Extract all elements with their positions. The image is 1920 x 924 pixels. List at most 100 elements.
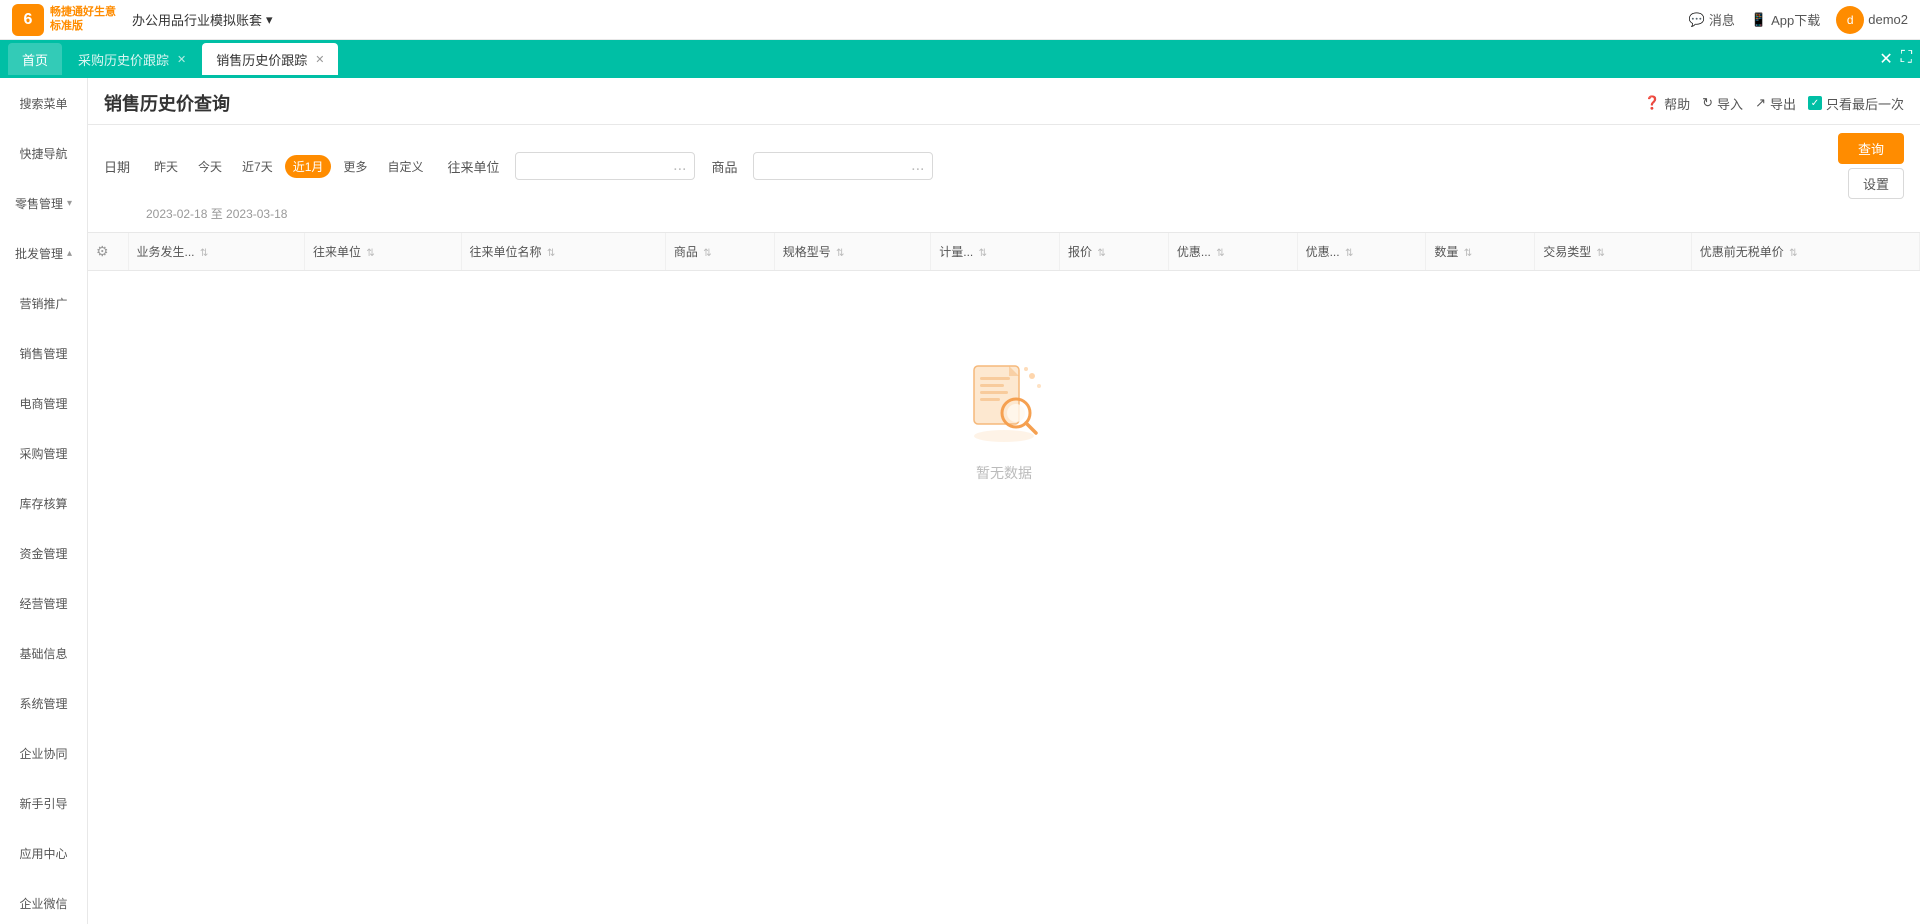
goods-label: 商品	[711, 157, 737, 176]
only-last-checkbox-label[interactable]: ✓ 只看最后一次	[1808, 94, 1904, 113]
sort-discount2-icon[interactable]: ⇅	[1345, 248, 1353, 259]
sort-quote-icon[interactable]: ⇅	[1097, 248, 1105, 259]
sort-goods-icon[interactable]: ⇅	[703, 248, 711, 259]
wholesale-mgmt-arrow-icon: ▴	[67, 248, 72, 259]
top-header: 6 畅捷通好生意 标准版 办公用品行业模拟账套 ▾ 💬 消息 📱 App下载 d…	[0, 0, 1920, 40]
data-table: ⚙ 业务发生... ⇅ 往来单位 ⇅ 往来单位名称 ⇅	[88, 233, 1920, 271]
tab-sales-history[interactable]: 销售历史价跟踪 ✕	[202, 43, 338, 75]
settings-button[interactable]: 设置	[1848, 168, 1904, 199]
chevron-down-icon: ▾	[266, 12, 273, 28]
filter-line2: 2023-02-18 至 2023-03-18	[104, 205, 1904, 222]
tab-bar: 首页 采购历史价跟踪 ✕ 销售历史价跟踪 ✕ ✕ ⛶	[0, 40, 1920, 78]
sidebar-item-ops[interactable]: 经营管理	[0, 578, 87, 628]
sort-biz-date-icon[interactable]: ⇅	[200, 248, 208, 259]
sidebar: 搜索菜单 快捷导航 零售管理 ▾ 批发管理 ▴ 营销推广 销售管理 电商管理 采…	[0, 78, 88, 924]
sidebar-item-system[interactable]: 系统管理	[0, 678, 87, 728]
app-selector[interactable]: 办公用品行业模拟账套 ▾	[124, 6, 281, 33]
th-goods: 商品 ⇅	[665, 233, 774, 271]
user-menu-btn[interactable]: d demo2	[1836, 6, 1908, 34]
date-pill-yesterday[interactable]: 昨天	[146, 155, 186, 178]
maximize-icon[interactable]: ⛶	[1901, 49, 1912, 69]
purchase-label: 采购管理	[19, 445, 67, 462]
empty-state: 暂无数据	[88, 271, 1920, 563]
basic-info-label: 基础信息	[19, 645, 67, 662]
sidebar-item-new-guide[interactable]: 新手引导	[0, 778, 87, 828]
only-last-checkbox[interactable]: ✓	[1808, 96, 1822, 110]
tab-sales-label: 销售历史价跟踪	[216, 50, 307, 69]
sort-trade-type-icon[interactable]: ⇅	[1597, 248, 1605, 259]
date-pill-today[interactable]: 今天	[190, 155, 230, 178]
query-button[interactable]: 查询	[1838, 133, 1904, 164]
date-pill-7days[interactable]: 近7天	[234, 155, 281, 178]
sort-quantity-icon[interactable]: ⇅	[1464, 248, 1472, 259]
gear-icon[interactable]: ⚙	[96, 243, 109, 259]
logo-area: 6 畅捷通好生意 标准版	[12, 4, 116, 36]
finance-label: 资金管理	[19, 545, 67, 562]
th-gear: ⚙	[88, 233, 128, 271]
page-title: 销售历史价查询	[104, 90, 230, 116]
tab-bar-actions: ✕ ⛶	[1879, 49, 1912, 69]
app-download-btn[interactable]: 📱 App下载	[1751, 10, 1820, 29]
date-pill-1month[interactable]: 近1月	[285, 155, 332, 178]
sidebar-item-marketing[interactable]: 营销推广	[0, 278, 87, 328]
sort-counterpart-name-icon[interactable]: ⇅	[547, 248, 555, 259]
sidebar-item-basic-info[interactable]: 基础信息	[0, 628, 87, 678]
date-pills: 昨天 今天 近7天 近1月 更多 自定义	[146, 155, 431, 178]
message-icon: 💬	[1689, 12, 1705, 28]
sidebar-item-inventory[interactable]: 库存核算	[0, 478, 87, 528]
counterpart-dots-icon[interactable]: ...	[673, 157, 686, 175]
sidebar-item-wholesale-mgmt[interactable]: 批发管理 ▴	[0, 228, 87, 278]
tab-sales-close-icon[interactable]: ✕	[315, 53, 324, 66]
content-area: 销售历史价查询 ❓ 帮助 ↻ 导入 ↗ 导出 ✓ 只看最后一次	[88, 78, 1920, 924]
import-icon: ↻	[1702, 95, 1713, 111]
empty-illustration	[954, 351, 1054, 451]
enterprise-collab-label: 企业协同	[19, 745, 67, 762]
goods-input[interactable]: ...	[753, 152, 933, 180]
sidebar-item-finance[interactable]: 资金管理	[0, 528, 87, 578]
sidebar-item-retail-mgmt[interactable]: 零售管理 ▾	[0, 178, 87, 228]
sales-mgmt-label: 销售管理	[19, 345, 67, 362]
th-no-tax-price: 优惠前无税单价 ⇅	[1691, 233, 1919, 271]
tab-home[interactable]: 首页	[8, 43, 62, 75]
main-layout: 搜索菜单 快捷导航 零售管理 ▾ 批发管理 ▴ 营销推广 销售管理 电商管理 采…	[0, 78, 1920, 924]
sidebar-item-enterprise-wechat[interactable]: 企业微信	[0, 878, 87, 924]
th-spec: 规格型号 ⇅	[774, 233, 931, 271]
logo-text: 畅捷通好生意 标准版	[50, 6, 116, 32]
header-right: 💬 消息 📱 App下载 d demo2	[1689, 6, 1908, 34]
goods-dots-icon[interactable]: ...	[911, 157, 924, 175]
th-counterpart-name: 往来单位名称 ⇅	[461, 233, 665, 271]
th-quote: 报价 ⇅	[1060, 233, 1169, 271]
sort-no-tax-price-icon[interactable]: ⇅	[1789, 248, 1797, 259]
sidebar-item-quick-nav[interactable]: 快捷导航	[0, 128, 87, 178]
sort-discount1-icon[interactable]: ⇅	[1216, 248, 1224, 259]
system-label: 系统管理	[19, 695, 67, 712]
tab-purchase-history[interactable]: 采购历史价跟踪 ✕	[64, 43, 200, 75]
sidebar-item-purchase[interactable]: 采购管理	[0, 428, 87, 478]
wholesale-mgmt-label: 批发管理	[15, 245, 63, 262]
sidebar-item-search-menu[interactable]: 搜索菜单	[0, 78, 87, 128]
counterpart-input[interactable]: ...	[515, 152, 695, 180]
empty-text: 暂无数据	[976, 463, 1032, 483]
sort-counterpart-code-icon[interactable]: ⇅	[366, 248, 374, 259]
sidebar-item-app-center[interactable]: 应用中心	[0, 828, 87, 878]
th-trade-type: 交易类型 ⇅	[1535, 233, 1692, 271]
counterpart-label: 往来单位	[447, 157, 499, 176]
message-btn[interactable]: 💬 消息	[1689, 10, 1735, 29]
sidebar-item-ecommerce[interactable]: 电商管理	[0, 378, 87, 428]
sort-spec-icon[interactable]: ⇅	[836, 248, 844, 259]
sort-unit-icon[interactable]: ⇅	[979, 248, 987, 259]
close-all-tabs-icon[interactable]: ✕	[1879, 49, 1892, 69]
date-pill-custom[interactable]: 自定义	[379, 155, 431, 178]
sidebar-item-enterprise-collab[interactable]: 企业协同	[0, 728, 87, 778]
sidebar-item-sales-mgmt[interactable]: 销售管理	[0, 328, 87, 378]
import-btn[interactable]: ↻ 导入	[1702, 94, 1743, 113]
enterprise-wechat-label: 企业微信	[19, 895, 67, 912]
date-pill-more[interactable]: 更多	[335, 155, 375, 178]
tab-purchase-close-icon[interactable]: ✕	[177, 53, 186, 66]
date-range-text: 2023-02-18 至 2023-03-18	[146, 205, 287, 222]
retail-mgmt-label: 零售管理	[15, 195, 63, 212]
export-btn[interactable]: ↗ 导出	[1755, 94, 1796, 113]
help-btn[interactable]: ❓ 帮助	[1644, 94, 1690, 113]
th-counterpart-code: 往来单位 ⇅	[304, 233, 461, 271]
filter-line1: 日期 昨天 今天 近7天 近1月 更多 自定义 往来单位 ... 商品	[104, 133, 1904, 199]
